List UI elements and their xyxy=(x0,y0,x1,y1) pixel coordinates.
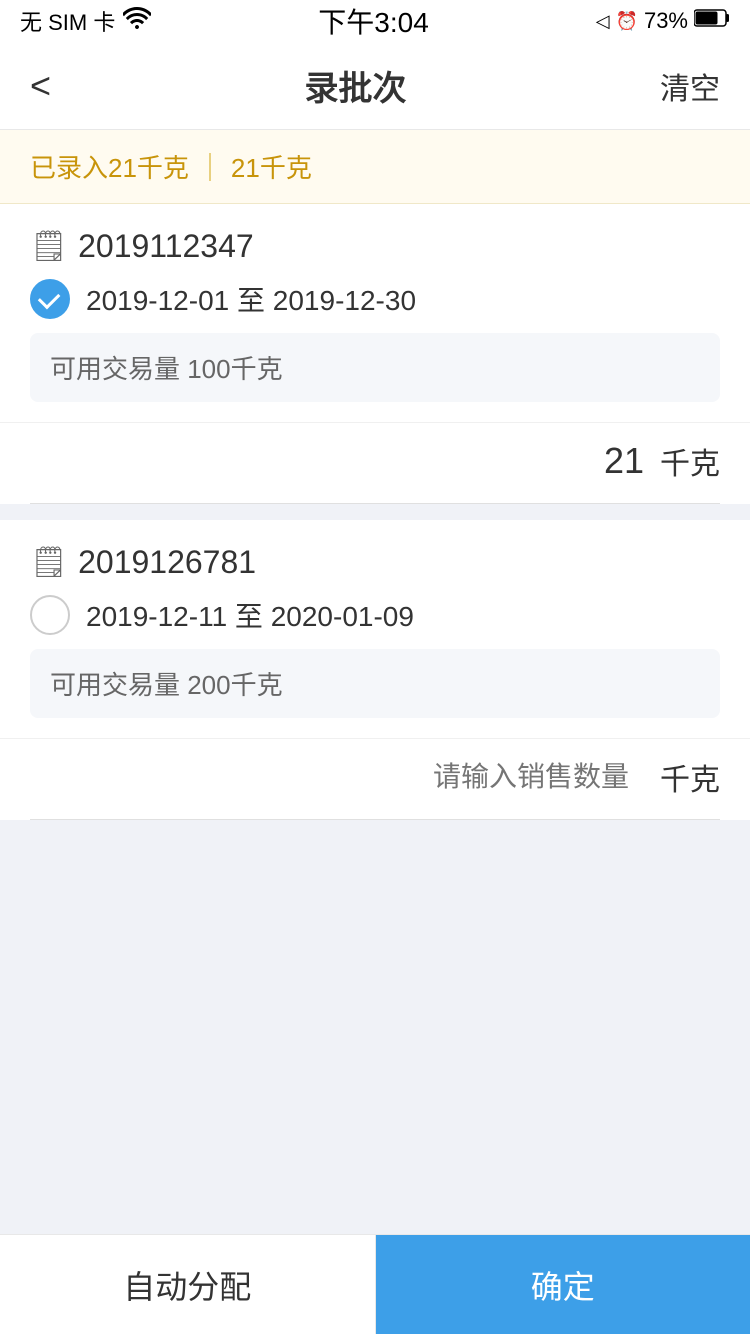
batch-qty-2: 可用交易量 200千克 xyxy=(30,649,720,718)
footer: 自动分配 确定 xyxy=(0,1234,750,1334)
status-time: 下午3:04 xyxy=(318,1,429,41)
sim-text: 无 SIM 卡 xyxy=(20,5,115,37)
batch-header-2: 🗒 2019126781 xyxy=(0,520,750,581)
battery-icon xyxy=(694,8,730,34)
content-area: 🗒 2019112347 2019-12-01 至 2019-12-30 可用交… xyxy=(0,204,750,1200)
qty-value-1: 21 xyxy=(604,440,644,482)
batch-input-row-2[interactable]: 千克 xyxy=(0,738,750,819)
batch-icon-1: 🗒 xyxy=(30,229,68,264)
batch-id-2: 2019126781 xyxy=(78,544,256,581)
recorded-amount: 已录入21千克 xyxy=(30,148,189,185)
total-amount: 21千克 xyxy=(231,148,312,185)
bottom-area xyxy=(0,820,750,1200)
batch-card-2: 🗒 2019126781 2019-12-11 至 2020-01-09 可用交… xyxy=(0,520,750,820)
qty-input-2[interactable] xyxy=(364,761,644,793)
batch-input-row-1: 21 千克 xyxy=(0,422,750,503)
batch-date-2: 2019-12-11 至 2020-01-09 xyxy=(86,595,414,635)
status-right: ◁ ⏰ 73% xyxy=(596,8,730,34)
batch-date-row-2: 2019-12-11 至 2020-01-09 xyxy=(0,581,750,649)
batch-id-1: 2019112347 xyxy=(78,228,254,265)
back-button[interactable]: < xyxy=(30,65,51,107)
wifi-icon xyxy=(123,7,151,35)
info-banner: 已录入21千克 21千克 xyxy=(0,130,750,204)
status-bar: 无 SIM 卡 下午3:04 ◁ ⏰ 73% xyxy=(0,0,750,42)
card-separator-1 xyxy=(0,504,750,520)
battery-text: 73% xyxy=(644,8,688,34)
batch-header-1: 🗒 2019112347 xyxy=(0,204,750,265)
qty-unit-1: 千克 xyxy=(660,439,720,483)
confirm-button[interactable]: 确定 xyxy=(376,1235,750,1334)
location-icon: ◁ xyxy=(596,11,610,32)
radio-button-2[interactable] xyxy=(30,595,70,635)
nav-bar: < 录批次 清空 xyxy=(0,42,750,130)
info-divider xyxy=(209,153,211,181)
batch-card-1: 🗒 2019112347 2019-12-01 至 2019-12-30 可用交… xyxy=(0,204,750,504)
radio-button-1[interactable] xyxy=(30,279,70,319)
batch-date-row-1: 2019-12-01 至 2019-12-30 xyxy=(0,265,750,333)
batch-qty-1: 可用交易量 100千克 xyxy=(30,333,720,402)
batch-icon-2: 🗒 xyxy=(30,545,68,580)
page-title: 录批次 xyxy=(305,61,407,110)
clear-button[interactable]: 清空 xyxy=(660,64,720,108)
status-left: 无 SIM 卡 xyxy=(20,5,151,37)
auto-distribute-button[interactable]: 自动分配 xyxy=(0,1235,376,1334)
qty-unit-2: 千克 xyxy=(660,755,720,799)
batch-date-1: 2019-12-01 至 2019-12-30 xyxy=(86,279,416,319)
alarm-icon: ⏰ xyxy=(616,11,638,32)
